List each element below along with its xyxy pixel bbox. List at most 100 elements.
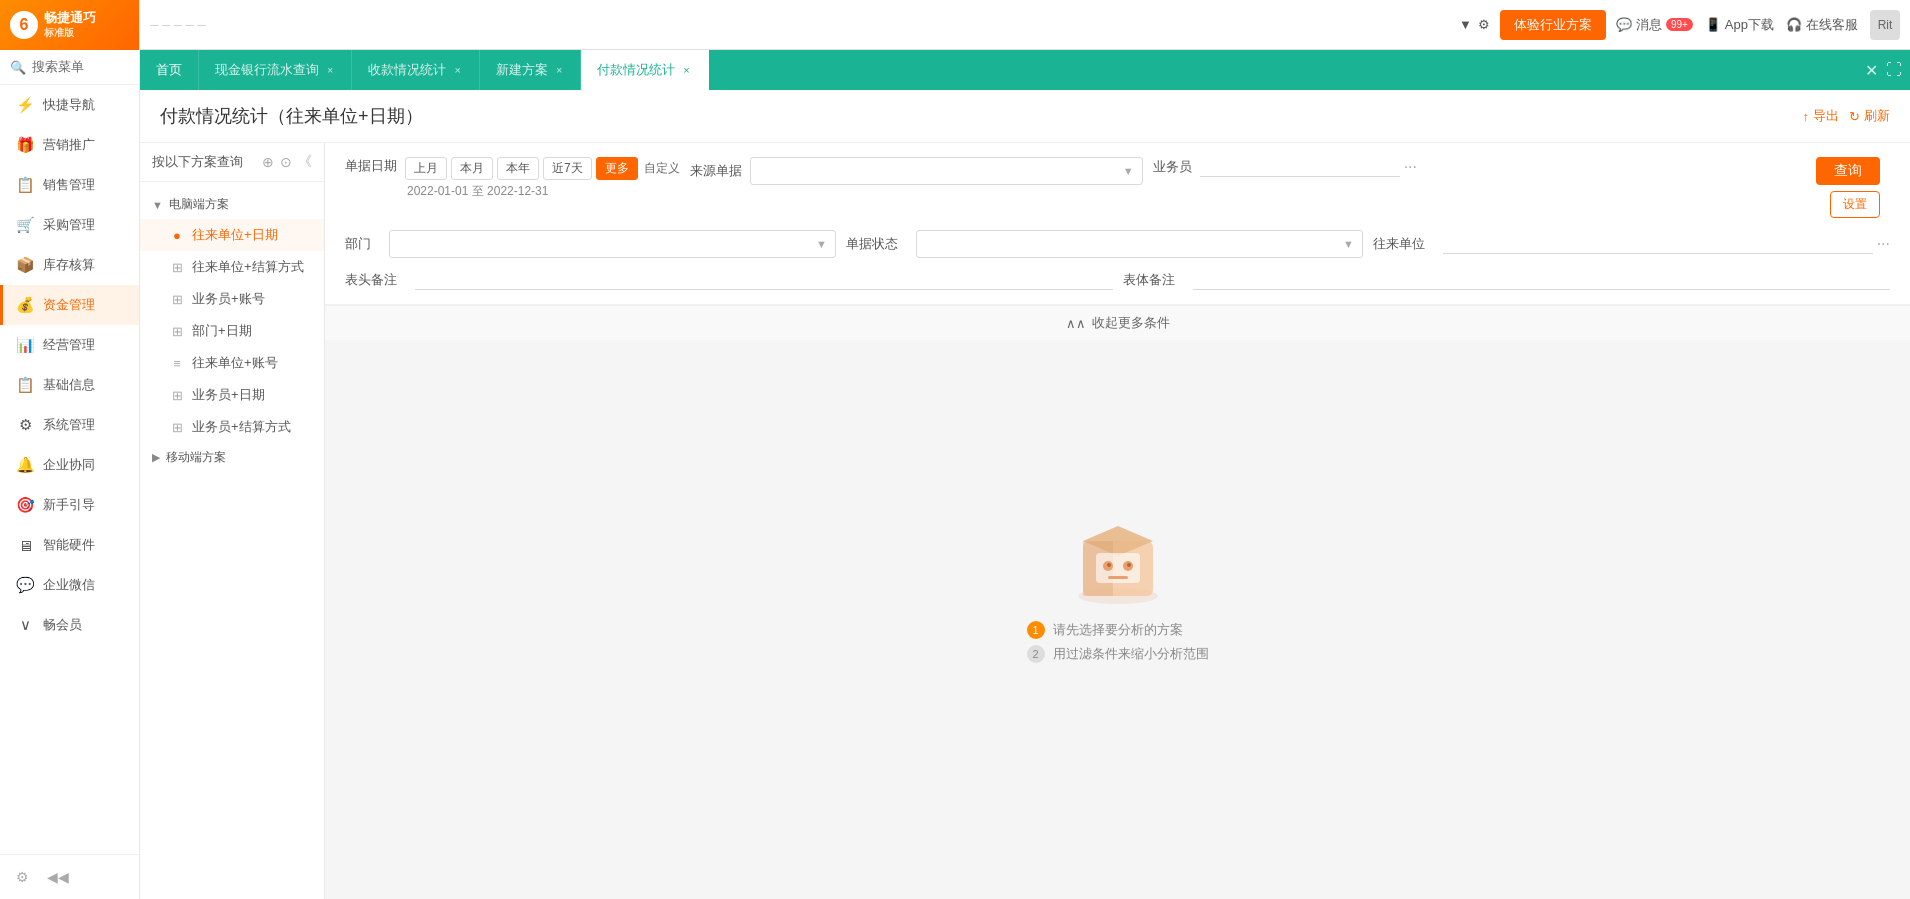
tab-close-all-btn[interactable]: ✕: [1865, 61, 1878, 80]
sidebar-item-guide[interactable]: 🎯 新手引导: [0, 485, 139, 525]
tab-expand-btn[interactable]: ⛶: [1886, 61, 1902, 79]
scheme-item-dept-date[interactable]: ⊞ 部门+日期: [140, 315, 324, 347]
svg-point-8: [1127, 563, 1131, 567]
sidebar-item-basic[interactable]: 📋 基础信息: [0, 365, 139, 405]
tab-new-scheme[interactable]: 新建方案 ×: [480, 50, 581, 90]
topbar-dropdown[interactable]: ▼: [1459, 17, 1472, 32]
tab-receipt-stats-close[interactable]: ×: [452, 64, 462, 76]
sidebar-item-system[interactable]: ⚙ 系统管理: [0, 405, 139, 445]
date-btn-last-month[interactable]: 上月: [405, 157, 447, 180]
scheme-item-staff-account[interactable]: ⊞ 业务员+账号: [140, 283, 324, 315]
query-btn[interactable]: 查询: [1816, 157, 1880, 185]
inventory-icon: 📦: [15, 255, 35, 275]
message-btn[interactable]: 💬 消息 99+: [1616, 16, 1693, 34]
wechat-icon: 💬: [15, 575, 35, 595]
dept-select[interactable]: ▼: [389, 230, 836, 258]
collapse-bar[interactable]: ∧∧ 收起更多条件: [325, 305, 1910, 340]
tabbar-right: ✕ ⛶: [1857, 50, 1910, 90]
tabbar-spacer: [709, 50, 1857, 90]
search-icon: 🔍: [10, 60, 26, 75]
sidebar-item-wechat[interactable]: 💬 企业微信: [0, 565, 139, 605]
sidebar-search[interactable]: 🔍 搜索菜单: [0, 50, 139, 85]
body-note-input[interactable]: [1193, 270, 1891, 290]
sidebar-item-hardware[interactable]: 🖥 智能硬件: [0, 525, 139, 565]
tab-payment-stats-label: 付款情况统计: [597, 61, 675, 79]
header-note-input[interactable]: [415, 270, 1113, 290]
scheme-item-label: 往来单位+账号: [192, 354, 278, 372]
sidebar: 6 畅捷通巧 标准版 🔍 搜索菜单 ⚡ 快捷导航 🎁 营销推广 📋 销售管理 🛒…: [0, 0, 140, 899]
staff-dots-btn[interactable]: ···: [1404, 158, 1417, 176]
dept-arrow-icon: ▼: [816, 238, 827, 250]
scheme-item-unit-date[interactable]: ● 往来单位+日期: [140, 219, 324, 251]
export-icon: ↑: [1803, 109, 1810, 124]
sidebar-item-finance[interactable]: 💰 资金管理: [0, 285, 139, 325]
tab-bank-flow[interactable]: 现金银行流水查询 ×: [199, 50, 352, 90]
system-icon: ⚙: [15, 415, 35, 435]
doc-status-select[interactable]: ▼: [916, 230, 1363, 258]
source-select[interactable]: ▼: [750, 157, 1143, 185]
sidebar-item-inventory[interactable]: 📦 库存核算: [0, 245, 139, 285]
settings-bottom-btn[interactable]: ⚙: [8, 863, 36, 891]
tab-new-scheme-close[interactable]: ×: [554, 64, 564, 76]
sidebar-bottom: ⚙ ◀◀: [0, 854, 139, 899]
unit-label: 往来单位: [1373, 235, 1425, 253]
sidebar-item-sales[interactable]: 📋 销售管理: [0, 165, 139, 205]
sidebar-item-member[interactable]: ∨ 畅会员: [0, 605, 139, 645]
app-download-btn[interactable]: 📱 App下载: [1705, 16, 1774, 34]
setting-btn[interactable]: 设置: [1830, 191, 1880, 218]
sidebar-item-marketing[interactable]: 🎁 营销推广: [0, 125, 139, 165]
date-label: 单据日期: [345, 157, 397, 175]
date-btn-7days[interactable]: 近7天: [543, 157, 592, 180]
hint-num-2: 2: [1027, 645, 1045, 663]
scheme-item-label: 往来单位+日期: [192, 226, 278, 244]
filter-results: 单据日期 上月 本月 本年 近7天 更多 自定义 2022-: [325, 143, 1910, 899]
sidebar-item-operation[interactable]: 📊 经营管理: [0, 325, 139, 365]
unit-input[interactable]: [1443, 234, 1873, 254]
scheme-item-unit-account[interactable]: ≡ 往来单位+账号: [140, 347, 324, 379]
date-btn-this-year[interactable]: 本年: [497, 157, 539, 180]
tab-receipt-stats[interactable]: 收款情况统计 ×: [352, 50, 479, 90]
staff-input[interactable]: [1200, 157, 1400, 177]
purchase-icon: 🛒: [15, 215, 35, 235]
sidebar-item-label: 基础信息: [43, 376, 95, 394]
scheme-item-unit-settlement[interactable]: ⊞ 往来单位+结算方式: [140, 251, 324, 283]
sidebar-item-label: 新手引导: [43, 496, 95, 514]
svg-point-7: [1107, 563, 1111, 567]
tab-home[interactable]: 首页: [140, 50, 199, 90]
topbar-gear[interactable]: ⚙: [1478, 17, 1490, 32]
sidebar-item-label: 经营管理: [43, 336, 95, 354]
manage-scheme-btn[interactable]: ⊙: [280, 154, 292, 170]
sidebar-item-purchase[interactable]: 🛒 采购管理: [0, 205, 139, 245]
enterprise-icon: 🔔: [15, 455, 35, 475]
collapse-scheme-btn[interactable]: 《: [298, 153, 312, 171]
sidebar-item-quick-nav[interactable]: ⚡ 快捷导航: [0, 85, 139, 125]
export-btn[interactable]: ↑ 导出: [1803, 107, 1840, 125]
scheme-panel: 按以下方案查询 ⊕ ⊙ 《 ▼ 电脑端方案 ● 往来单位+日期 ⊞: [140, 143, 325, 899]
tab-payment-stats[interactable]: 付款情况统计 ×: [581, 50, 708, 90]
tab-bank-flow-close[interactable]: ×: [325, 64, 335, 76]
scheme-item-staff-date[interactable]: ⊞ 业务员+日期: [140, 379, 324, 411]
empty-hint-1: 1 请先选择要分析的方案: [1027, 621, 1209, 639]
date-btn-more[interactable]: 更多: [596, 157, 638, 180]
scheme-group-mobile[interactable]: ▶ 移动端方案: [140, 443, 324, 472]
collapse-sidebar-btn[interactable]: ◀◀: [44, 863, 72, 891]
date-btn-this-month[interactable]: 本月: [451, 157, 493, 180]
sidebar-search-label: 搜索菜单: [32, 58, 84, 76]
scheme-group-desktop[interactable]: ▼ 电脑端方案: [140, 190, 324, 219]
trial-btn[interactable]: 体验行业方案: [1500, 10, 1606, 40]
scheme-item-staff-settlement[interactable]: ⊞ 业务员+结算方式: [140, 411, 324, 443]
dept-label: 部门: [345, 235, 371, 253]
scheme-panel-actions: ⊕ ⊙ 《: [262, 153, 312, 171]
empty-hint-2: 2 用过滤条件来缩小分析范围: [1027, 645, 1209, 663]
tab-bank-flow-label: 现金银行流水查询: [215, 61, 319, 79]
unit-dots-btn[interactable]: ···: [1877, 235, 1890, 253]
sidebar-item-enterprise[interactable]: 🔔 企业协同: [0, 445, 139, 485]
add-scheme-btn[interactable]: ⊕: [262, 154, 274, 170]
refresh-btn[interactable]: ↻ 刷新: [1849, 107, 1890, 125]
user-avatar[interactable]: Rit: [1870, 10, 1900, 40]
mobile-group-label: 移动端方案: [166, 449, 226, 466]
sidebar-nav: ⚡ 快捷导航 🎁 营销推广 📋 销售管理 🛒 采购管理 📦 库存核算 💰 资金管…: [0, 85, 139, 854]
tabbar: 首页 现金银行流水查询 × 收款情况统计 × 新建方案 × 付款情况统计 × ✕…: [140, 50, 1910, 90]
online-service-btn[interactable]: 🎧 在线客服: [1786, 16, 1858, 34]
tab-payment-stats-close[interactable]: ×: [681, 64, 691, 76]
